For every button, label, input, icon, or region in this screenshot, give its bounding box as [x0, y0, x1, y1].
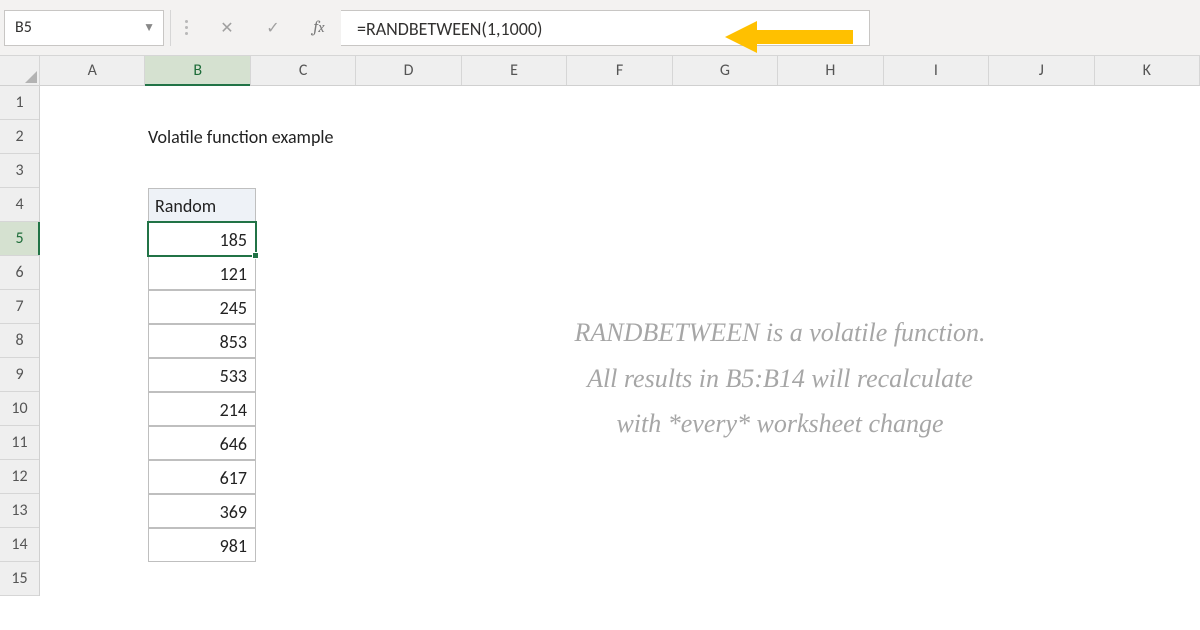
column-header[interactable]: B: [145, 56, 250, 85]
name-box-value: B5: [15, 18, 32, 37]
column-headers: ABCDEFGHIJK: [40, 56, 1200, 86]
cancel-icon[interactable]: ✕: [213, 14, 241, 42]
formula-bar: B5 ▼ ✕ ✓ fx =RANDBETWEEN(1,1000): [0, 0, 1200, 56]
row-header[interactable]: 10: [0, 392, 39, 426]
row-header[interactable]: 4: [0, 188, 39, 222]
row-header[interactable]: 1: [0, 86, 39, 120]
table-cell[interactable]: 245: [148, 290, 256, 324]
column-header[interactable]: K: [1095, 56, 1200, 85]
formula-input[interactable]: =RANDBETWEEN(1,1000): [341, 10, 870, 46]
column-header[interactable]: D: [356, 56, 461, 85]
row-header[interactable]: 12: [0, 460, 39, 494]
table-cell[interactable]: 121: [148, 256, 256, 290]
annotation-line: All results in B5:B14 will recalculate: [420, 356, 1140, 402]
name-box[interactable]: B5 ▼: [4, 10, 164, 46]
enter-icon[interactable]: ✓: [259, 14, 287, 42]
column-header[interactable]: E: [462, 56, 567, 85]
more-icon[interactable]: [185, 14, 195, 42]
chevron-down-icon[interactable]: ▼: [143, 20, 155, 35]
column-header[interactable]: J: [989, 56, 1094, 85]
table-cell[interactable]: 369: [148, 494, 256, 528]
annotation-line: RANDBETWEEN is a volatile function.: [420, 310, 1140, 356]
row-header[interactable]: 8: [0, 324, 39, 358]
formula-bar-actions: ✕ ✓ fx: [177, 14, 341, 42]
table-header-cell[interactable]: Random: [148, 188, 256, 222]
column-header[interactable]: A: [40, 56, 145, 85]
column-header[interactable]: H: [778, 56, 883, 85]
divider: [170, 10, 171, 46]
annotation-line: with *every* worksheet change: [420, 401, 1140, 447]
row-header[interactable]: 7: [0, 290, 39, 324]
row-header[interactable]: 14: [0, 528, 39, 562]
row-header[interactable]: 11: [0, 426, 39, 460]
row-headers: 123456789101112131415: [0, 86, 40, 596]
table-cell[interactable]: 646: [148, 426, 256, 460]
row-header[interactable]: 13: [0, 494, 39, 528]
row-header[interactable]: 15: [0, 562, 39, 596]
row-header[interactable]: 9: [0, 358, 39, 392]
row-header[interactable]: 5: [0, 222, 39, 256]
row-header[interactable]: 2: [0, 120, 39, 154]
column-header[interactable]: G: [673, 56, 778, 85]
column-header[interactable]: C: [251, 56, 356, 85]
row-header[interactable]: 6: [0, 256, 39, 290]
column-header[interactable]: I: [884, 56, 989, 85]
annotation-note: RANDBETWEEN is a volatile function. All …: [420, 310, 1140, 447]
column-header[interactable]: F: [567, 56, 672, 85]
fx-icon[interactable]: fx: [305, 14, 333, 42]
formula-text: =RANDBETWEEN(1,1000): [357, 18, 542, 40]
table-cell[interactable]: 853: [148, 324, 256, 358]
row-header[interactable]: 3: [0, 154, 39, 188]
table-cell[interactable]: 533: [148, 358, 256, 392]
table-cell[interactable]: 214: [148, 392, 256, 426]
table-cell[interactable]: 981: [148, 528, 256, 562]
select-all-corner[interactable]: [0, 56, 40, 86]
table-cell[interactable]: 185: [148, 222, 256, 256]
table-cell[interactable]: 617: [148, 460, 256, 494]
sheet-title: Volatile function example: [148, 120, 333, 154]
